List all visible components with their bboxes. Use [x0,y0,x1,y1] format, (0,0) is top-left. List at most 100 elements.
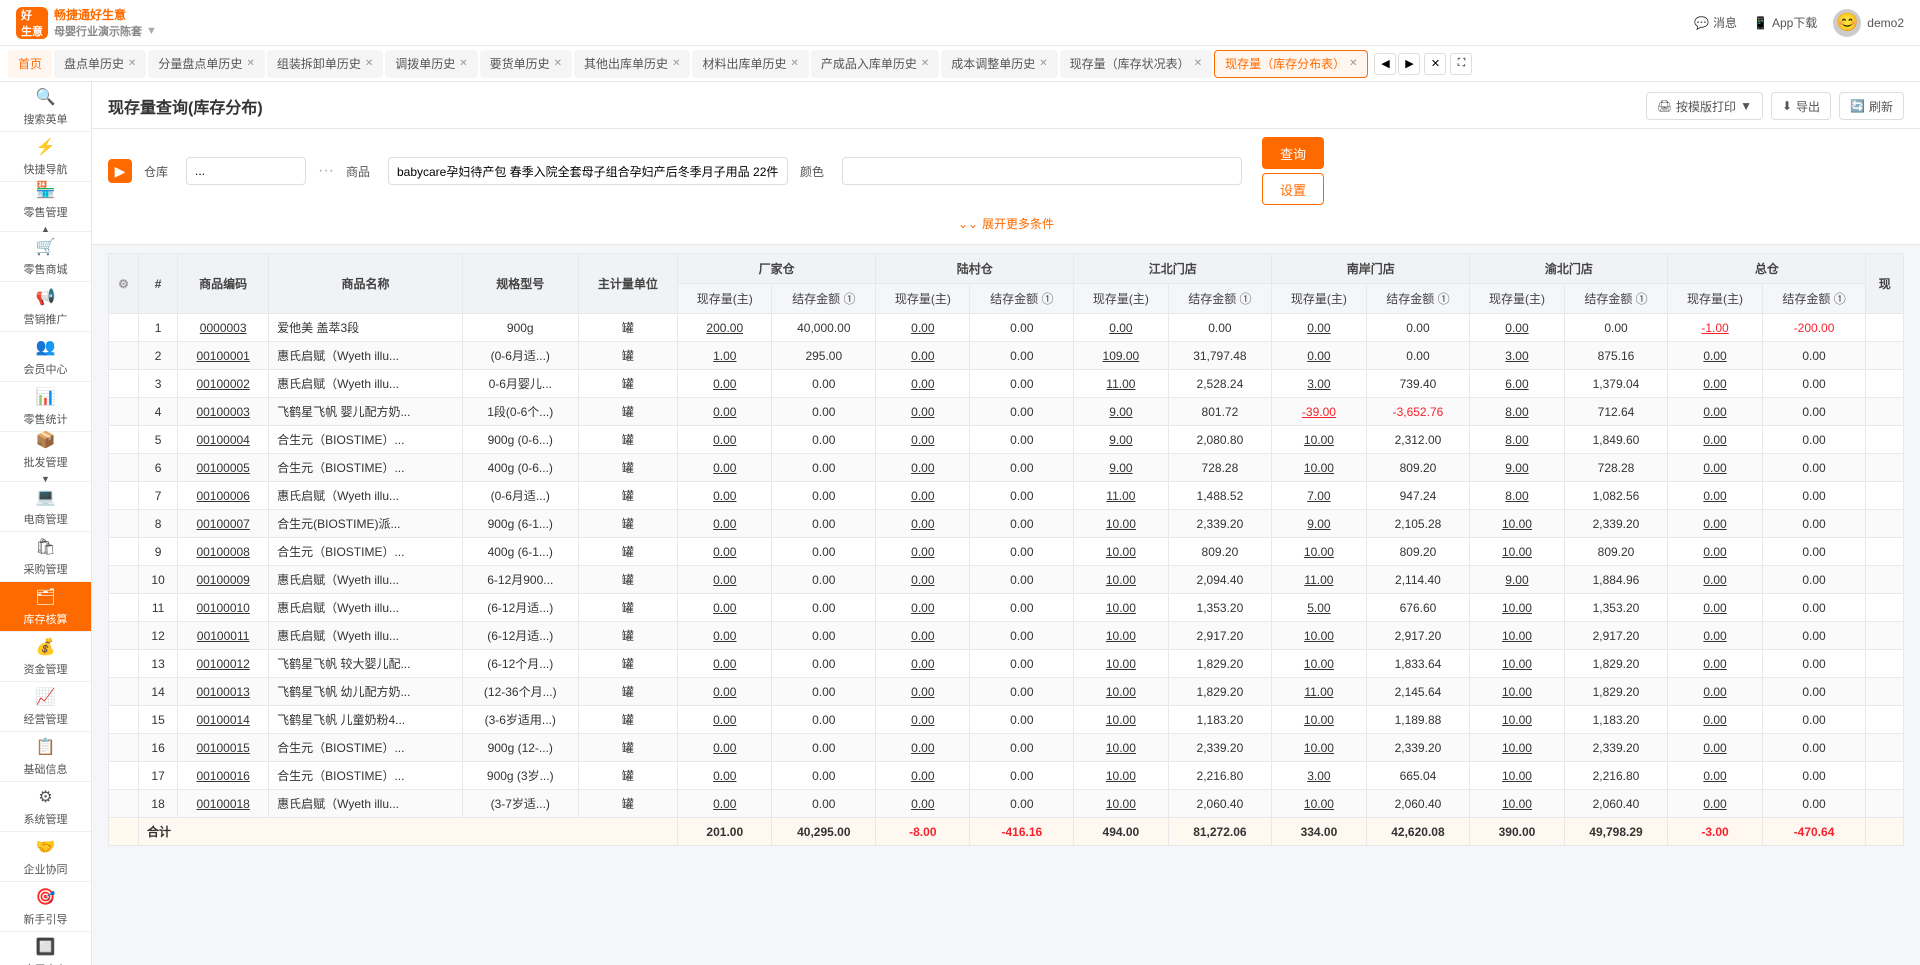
col-na-qty-cell[interactable]: 11.00 [1272,678,1366,706]
col-na-qty-cell[interactable]: 11.00 [1272,566,1366,594]
col-total-qty-cell[interactable]: 0.00 [1668,622,1762,650]
tab-7-close[interactable]: ✕ [790,58,798,69]
tab-2-close[interactable]: ✕ [246,58,254,69]
sidebar-item-collab[interactable]: 🤝 企业协同 [0,832,91,882]
col-code-cell[interactable]: 00100012 [178,650,269,678]
col-code-cell[interactable]: 00100006 [178,482,269,510]
sidebar-item-stats[interactable]: 📊 零售统计 [0,382,91,432]
col-total-qty-cell[interactable]: 0.00 [1668,790,1762,818]
tab-8-close[interactable]: ✕ [921,58,929,69]
col-yb-qty-cell[interactable]: 10.00 [1470,706,1564,734]
tab-2[interactable]: 分量盘点单历史 ✕ [148,50,264,78]
col-fj-qty-cell[interactable]: 0.00 [678,706,772,734]
message-btn[interactable]: 💬 消息 [1694,14,1737,31]
col-na-qty-cell[interactable]: 9.00 [1272,510,1366,538]
sidebar-item-members[interactable]: 👥 会员中心 [0,332,91,382]
export-btn[interactable]: ⬇ 导出 [1771,92,1831,120]
col-na-qty-cell[interactable]: 10.00 [1272,706,1366,734]
col-na-qty-cell[interactable]: 10.00 [1272,538,1366,566]
col-lc-qty-cell[interactable]: 0.00 [876,538,970,566]
col-code-cell[interactable]: 00100015 [178,734,269,762]
col-total-qty-cell[interactable]: 0.00 [1668,510,1762,538]
tab-5-close[interactable]: ✕ [554,58,562,69]
sidebar-item-search[interactable]: 🔍 搜索英单 [0,82,91,132]
col-code-cell[interactable]: 00100010 [178,594,269,622]
col-total-qty-cell[interactable]: -1.00 [1668,314,1762,342]
col-gear[interactable]: ⚙ [109,254,139,314]
col-na-qty-cell[interactable]: 3.00 [1272,762,1366,790]
col-yb-qty-cell[interactable]: 10.00 [1470,678,1564,706]
col-yb-qty-cell[interactable]: 10.00 [1470,762,1564,790]
col-code-cell[interactable]: 00100016 [178,762,269,790]
col-total-qty-cell[interactable]: 0.00 [1668,426,1762,454]
col-jb-qty-cell[interactable]: 10.00 [1074,594,1168,622]
tab-6[interactable]: 其他出库单历史 ✕ [574,50,690,78]
col-code-cell[interactable]: 00100005 [178,454,269,482]
tab-4[interactable]: 调拨单历史 ✕ [385,50,477,78]
col-lc-qty-cell[interactable]: 0.00 [876,370,970,398]
col-lc-qty-cell[interactable]: 0.00 [876,398,970,426]
col-jb-qty-cell[interactable]: 109.00 [1074,342,1168,370]
tab-9-close[interactable]: ✕ [1039,58,1047,69]
col-jb-qty-cell[interactable]: 11.00 [1074,482,1168,510]
col-jb-qty-cell[interactable]: 10.00 [1074,734,1168,762]
col-lc-qty-cell[interactable]: 0.00 [876,426,970,454]
col-fj-qty-cell[interactable]: 0.00 [678,426,772,454]
col-na-qty-cell[interactable]: -39.00 [1272,398,1366,426]
col-na-qty-cell[interactable]: 10.00 [1272,622,1366,650]
col-jb-qty-cell[interactable]: 11.00 [1074,370,1168,398]
col-jb-qty-cell[interactable]: 10.00 [1074,762,1168,790]
tab-3[interactable]: 组装拆卸单历史 ✕ [267,50,383,78]
col-code-cell[interactable]: 00100009 [178,566,269,594]
col-total-qty-cell[interactable]: 0.00 [1668,538,1762,566]
col-fj-qty-cell[interactable]: 0.00 [678,454,772,482]
col-yb-qty-cell[interactable]: 8.00 [1470,426,1564,454]
col-code-cell[interactable]: 00100018 [178,790,269,818]
col-yb-qty-cell[interactable]: 10.00 [1470,594,1564,622]
col-fj-qty-cell[interactable]: 0.00 [678,370,772,398]
col-yb-qty-cell[interactable]: 10.00 [1470,538,1564,566]
col-jb-qty-cell[interactable]: 10.00 [1074,566,1168,594]
col-yb-qty-cell[interactable]: 8.00 [1470,482,1564,510]
col-fj-qty-cell[interactable]: 0.00 [678,566,772,594]
tab-7[interactable]: 材料出库单历史 ✕ [692,50,808,78]
refresh-btn[interactable]: 🔄 刷新 [1839,92,1904,120]
col-na-qty-cell[interactable]: 10.00 [1272,790,1366,818]
col-na-qty-cell[interactable]: 10.00 [1272,650,1366,678]
query-btn[interactable]: 查询 [1262,137,1324,169]
tab-prev-btn[interactable]: ◀ [1374,53,1396,75]
warehouse-input[interactable] [186,157,306,185]
col-code-cell[interactable]: 00100011 [178,622,269,650]
col-na-qty-cell[interactable]: 10.00 [1272,426,1366,454]
col-lc-qty-cell[interactable]: 0.00 [876,734,970,762]
col-fj-qty-cell[interactable]: 0.00 [678,594,772,622]
print-btn[interactable]: 🖨 按模版打印 ▼ [1646,92,1763,120]
col-jb-qty-cell[interactable]: 9.00 [1074,426,1168,454]
col-yb-qty-cell[interactable]: 10.00 [1470,734,1564,762]
col-jb-qty-cell[interactable]: 10.00 [1074,510,1168,538]
col-fj-qty-cell[interactable]: 0.00 [678,398,772,426]
col-total-qty-cell[interactable]: 0.00 [1668,342,1762,370]
sidebar-item-marketing[interactable]: 📢 营销推广 [0,282,91,332]
col-fj-qty-cell[interactable]: 0.00 [678,622,772,650]
col-na-qty-cell[interactable]: 0.00 [1272,314,1366,342]
tab-10-close[interactable]: ✕ [1194,58,1202,69]
col-code-cell[interactable]: 00100008 [178,538,269,566]
col-fj-qty-cell[interactable]: 200.00 [678,314,772,342]
tab-11-close[interactable]: ✕ [1349,58,1357,69]
col-total-qty-cell[interactable]: 0.00 [1668,398,1762,426]
sidebar-item-operations[interactable]: 📈 经营管理 [0,682,91,732]
settings-btn[interactable]: 设置 [1262,173,1324,205]
col-na-qty-cell[interactable]: 10.00 [1272,734,1366,762]
col-jb-qty-cell[interactable]: 10.00 [1074,678,1168,706]
col-jb-qty-cell[interactable]: 10.00 [1074,622,1168,650]
tab-10[interactable]: 现存量（库存状况表） ✕ [1060,50,1212,78]
tab-11[interactable]: 现存量（库存分布表） ✕ [1214,50,1368,78]
col-yb-qty-cell[interactable]: 9.00 [1470,454,1564,482]
col-total-qty-cell[interactable]: 0.00 [1668,762,1762,790]
tab-1[interactable]: 盘点单历史 ✕ [54,50,146,78]
tab-close-all-btn[interactable]: ✕ [1424,53,1446,75]
sidebar-item-nav[interactable]: ⚡ 快捷导航 [0,132,91,182]
tab-next-btn[interactable]: ▶ [1398,53,1420,75]
sidebar-item-basics[interactable]: 📋 基础信息 [0,732,91,782]
